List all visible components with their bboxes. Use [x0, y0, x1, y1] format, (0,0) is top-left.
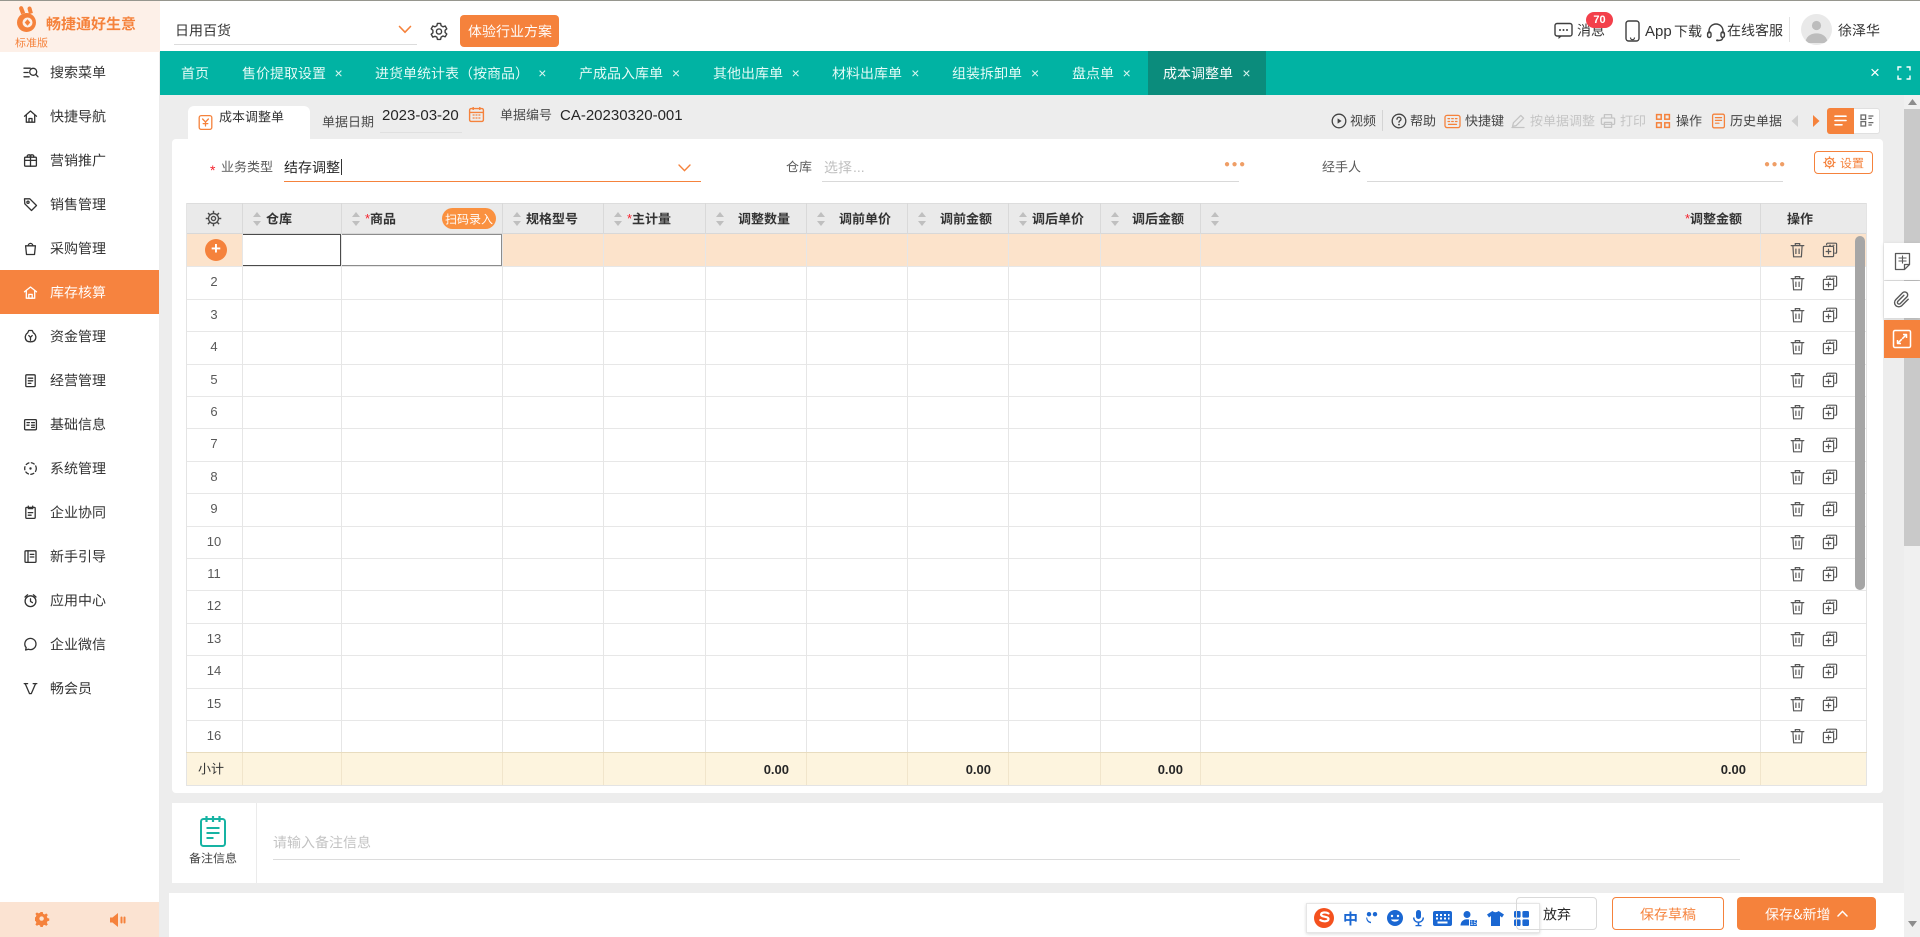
svg-text:15: 15 [1470, 921, 1477, 927]
